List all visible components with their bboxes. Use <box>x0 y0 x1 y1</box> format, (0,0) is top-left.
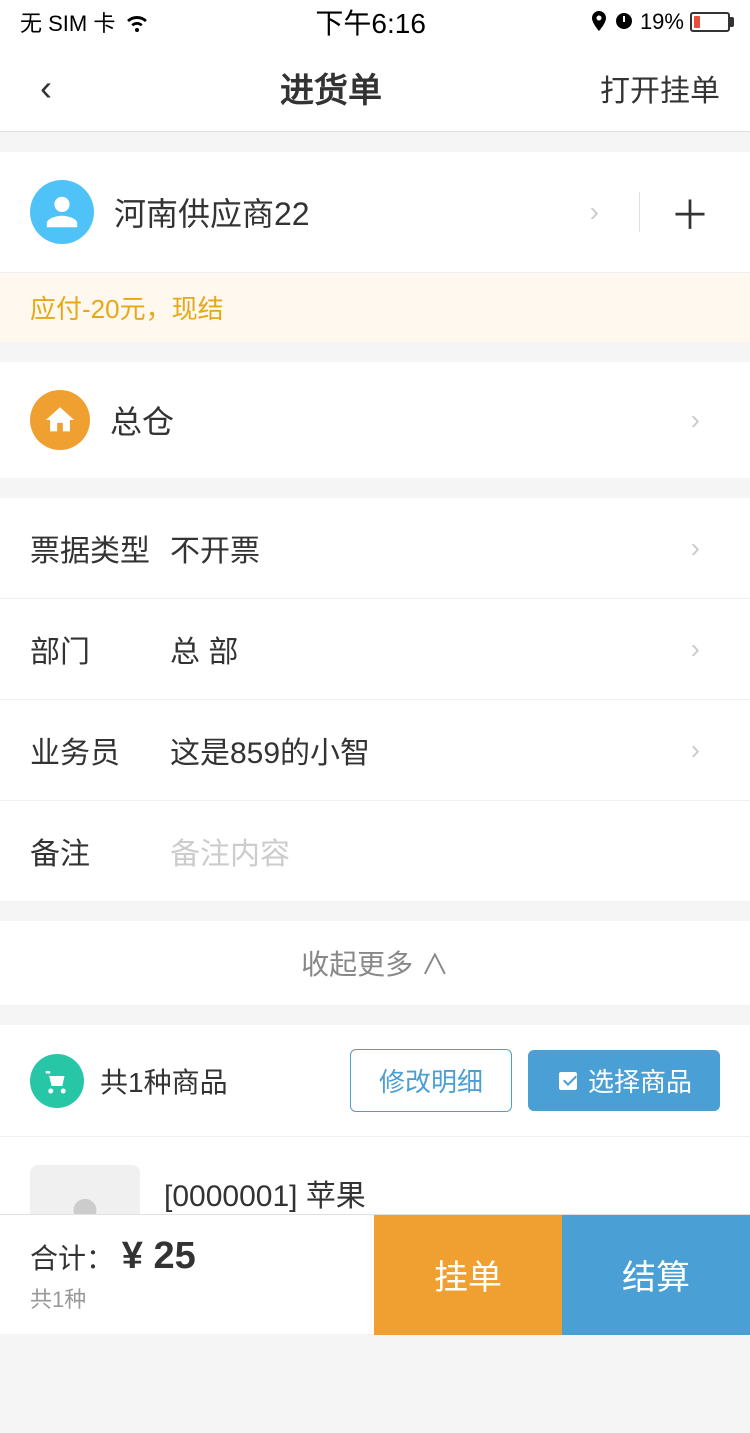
person-icon <box>43 193 81 231</box>
open-pending-button[interactable]: 打开挂单 <box>600 66 720 110</box>
hang-order-button[interactable]: 挂单 <box>374 1215 562 1335</box>
status-bar-left: 无 SIM 卡 <box>20 6 151 38</box>
salesperson-value: 这是859的小智 <box>150 728 691 772</box>
salesperson-row[interactable]: 业务员 这是859的小智 › <box>0 700 750 801</box>
salesperson-label: 业务员 <box>30 728 150 772</box>
total-area: 合计： ¥ 25 共1种 <box>0 1235 374 1314</box>
warehouse-name: 总仓 <box>110 397 691 443</box>
status-bar: 无 SIM 卡 下午6:16 19% <box>0 0 750 44</box>
battery-icon <box>690 12 730 32</box>
supplier-row[interactable]: 河南供应商22 › ＋ <box>0 152 750 273</box>
department-label: 部门 <box>30 627 150 671</box>
bill-type-value: 不开票 <box>150 526 691 570</box>
total-line: 合计： ¥ 25 <box>30 1235 344 1278</box>
alarm-icon <box>614 11 634 33</box>
edit-detail-button[interactable]: 修改明细 <box>350 1049 512 1112</box>
product-code: [0000001] <box>164 1180 297 1213</box>
page-title: 进货单 <box>280 63 382 112</box>
sub-count: 共1种 <box>30 1282 344 1314</box>
supplier-avatar <box>30 180 94 244</box>
form-card: 票据类型 不开票 › 部门 总 部 › 业务员 这是859的小智 › 备注 备注… <box>0 498 750 901</box>
warehouse-row[interactable]: 总仓 › <box>0 362 750 478</box>
product-title: 苹果 <box>306 1180 366 1213</box>
product-name: [0000001] 苹果 <box>164 1171 670 1215</box>
cart-icon-container <box>30 1054 84 1108</box>
department-row[interactable]: 部门 总 部 › <box>0 599 750 700</box>
battery-text: 19% <box>640 9 684 35</box>
status-bar-right: 19% <box>590 9 730 35</box>
collapse-bar[interactable]: 收起更多 ∧ <box>0 921 750 1005</box>
checkout-button[interactable]: 结算 <box>562 1215 750 1335</box>
products-count: 共1种商品 <box>100 1061 350 1101</box>
department-value: 总 部 <box>150 627 691 671</box>
total-label: 合计： <box>30 1243 114 1274</box>
nav-bar: ‹ 进货单 打开挂单 <box>0 44 750 132</box>
bill-type-label: 票据类型 <box>30 526 150 570</box>
bottom-bar: 合计： ¥ 25 共1种 挂单 结算 <box>0 1214 750 1334</box>
chevron-right-icon: › <box>590 196 599 228</box>
select-product-icon <box>556 1069 580 1093</box>
select-product-button[interactable]: 选择商品 <box>528 1050 720 1111</box>
bill-type-row[interactable]: 票据类型 不开票 › <box>0 498 750 599</box>
warehouse-icon <box>30 390 90 450</box>
location-icon <box>590 11 608 33</box>
divider <box>639 192 640 232</box>
wifi-icon <box>123 12 151 32</box>
add-button[interactable]: ＋ <box>660 183 720 241</box>
remark-row[interactable]: 备注 备注内容 <box>0 801 750 901</box>
supplier-name: 河南供应商22 <box>114 189 590 235</box>
supplier-notice: 应付-20元，现结 <box>0 273 750 342</box>
salesperson-chevron-icon: › <box>691 734 700 766</box>
remark-value: 备注内容 <box>150 829 720 873</box>
department-chevron-icon: › <box>691 633 700 665</box>
products-header: 共1种商品 修改明细 选择商品 <box>0 1025 750 1137</box>
total-amount: ¥ 25 <box>122 1235 196 1277</box>
home-icon <box>43 403 77 437</box>
status-bar-time: 下午6:16 <box>315 2 426 42</box>
warehouse-chevron-icon: › <box>691 404 700 436</box>
supplier-card: 河南供应商22 › ＋ 应付-20元，现结 <box>0 152 750 342</box>
carrier-text: 无 SIM 卡 <box>20 6 115 38</box>
remark-label: 备注 <box>30 829 150 873</box>
cart-icon <box>42 1066 72 1096</box>
select-product-label: 选择商品 <box>588 1062 692 1099</box>
bill-type-chevron-icon: › <box>691 532 700 564</box>
back-button[interactable]: ‹ <box>30 57 62 119</box>
